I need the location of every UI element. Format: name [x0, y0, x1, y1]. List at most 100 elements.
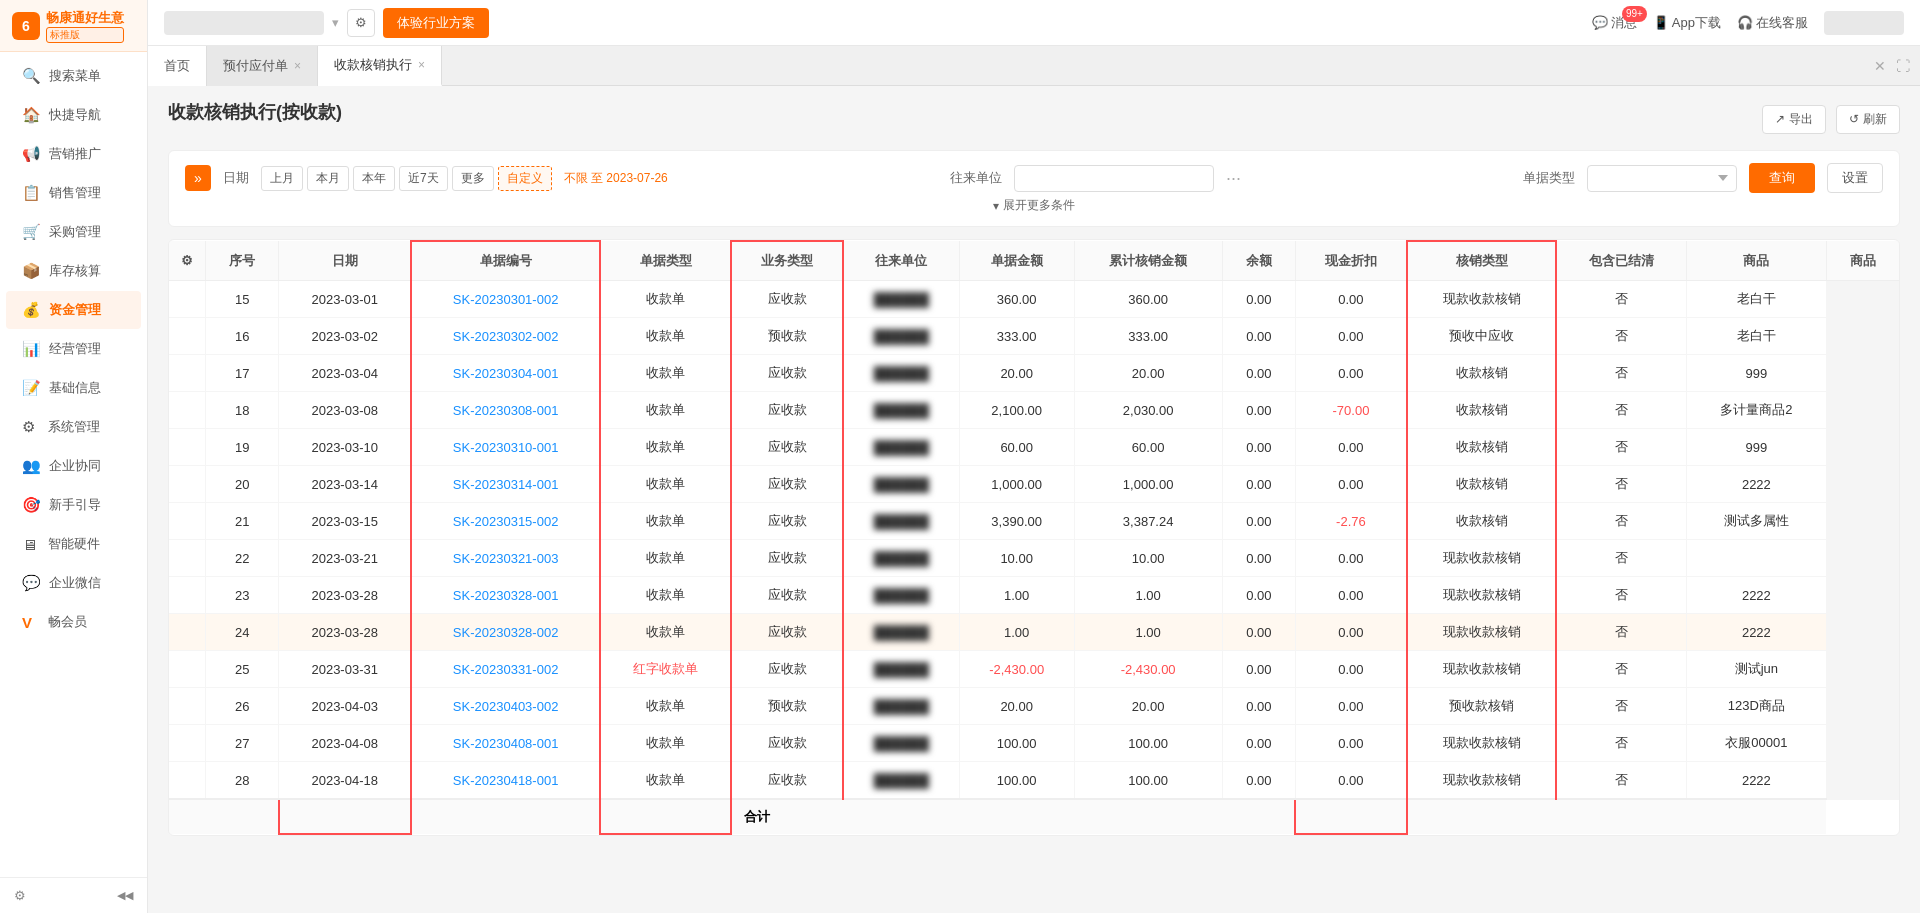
- topbar-right: 💬 消息 99+ 📱 App下载 🎧 在线客服: [1592, 11, 1904, 35]
- doc-no-link[interactable]: SK-20230302-002: [453, 329, 559, 344]
- table-row: 192023-03-10SK-20230310-001收款单应收款██████6…: [169, 429, 1899, 466]
- table-cell[interactable]: SK-20230304-001: [411, 355, 600, 392]
- doc-no-link[interactable]: SK-20230315-002: [453, 514, 559, 529]
- basic-icon: 📝: [22, 379, 41, 397]
- table-scroll[interactable]: ⚙ 序号 日期 单据编号 单据类型 业务类型 往来单位 单据金额 累计核销金额 …: [169, 240, 1899, 835]
- sidebar-label-member: 畅会员: [48, 613, 87, 631]
- setting-button[interactable]: 设置: [1827, 163, 1883, 193]
- tab-prepay-close[interactable]: ×: [294, 59, 301, 73]
- period-btn-custom[interactable]: 自定义: [498, 166, 552, 191]
- partner-input[interactable]: [1014, 165, 1214, 192]
- table-cell: ██████: [843, 355, 959, 392]
- doc-no-link[interactable]: SK-20230331-002: [453, 662, 559, 677]
- table-cell[interactable]: SK-20230331-002: [411, 651, 600, 688]
- sidebar-item-corp[interactable]: 👥 企业协同: [6, 447, 141, 485]
- sidebar-label-guide: 新手引导: [49, 496, 101, 514]
- export-button[interactable]: ↗ 导出: [1762, 105, 1826, 134]
- doc-no-link[interactable]: SK-20230308-001: [453, 403, 559, 418]
- period-btn-more[interactable]: 更多: [452, 166, 494, 191]
- tab-collection-close[interactable]: ×: [418, 58, 425, 72]
- table-cell[interactable]: SK-20230301-002: [411, 281, 600, 318]
- period-btn-this-year[interactable]: 本年: [353, 166, 395, 191]
- app-download-button[interactable]: 📱 App下载: [1653, 14, 1721, 32]
- tab-collection[interactable]: 收款核销执行 ×: [318, 46, 442, 86]
- tab-prepay[interactable]: 预付应付单 ×: [207, 46, 318, 86]
- sidebar-item-system[interactable]: ⚙ 系统管理: [6, 408, 141, 446]
- doc-no-link[interactable]: SK-20230310-001: [453, 440, 559, 455]
- doc-no-link[interactable]: SK-20230321-003: [453, 551, 559, 566]
- table-cell: ██████: [843, 392, 959, 429]
- dropdown-arrow-icon[interactable]: ▾: [332, 15, 339, 30]
- table-cell[interactable]: SK-20230310-001: [411, 429, 600, 466]
- doc-no-link[interactable]: SK-20230328-002: [453, 625, 559, 640]
- table-cell[interactable]: SK-20230321-003: [411, 540, 600, 577]
- table-cell[interactable]: SK-20230328-002: [411, 614, 600, 651]
- sidebar-label-sales: 销售管理: [49, 184, 101, 202]
- sidebar-item-marketing[interactable]: 📢 营销推广: [6, 135, 141, 173]
- doc-no-link[interactable]: SK-20230314-001: [453, 477, 559, 492]
- sidebar-item-finance[interactable]: 💰 资金管理: [6, 291, 141, 329]
- table-cell: 0.00: [1295, 466, 1406, 503]
- sidebar-item-hardware[interactable]: 🖥 智能硬件: [6, 525, 141, 563]
- sidebar-item-guide[interactable]: 🎯 新手引导: [6, 486, 141, 524]
- period-btn-last-month[interactable]: 上月: [261, 166, 303, 191]
- sidebar-item-purchase[interactable]: 🛒 采购管理: [6, 213, 141, 251]
- doc-no-link[interactable]: SK-20230304-001: [453, 366, 559, 381]
- doc-no-link[interactable]: SK-20230301-002: [453, 292, 559, 307]
- sidebar-item-wechat[interactable]: 💬 企业微信: [6, 564, 141, 602]
- period-btn-7days[interactable]: 近7天: [399, 166, 448, 191]
- expand-more-btn[interactable]: ▾ 展开更多条件: [185, 193, 1883, 214]
- gear-button[interactable]: ⚙: [347, 9, 375, 37]
- doc-no-link[interactable]: SK-20230408-001: [453, 736, 559, 751]
- message-button[interactable]: 💬 消息 99+: [1592, 14, 1637, 32]
- sidebar-item-operation[interactable]: 📊 经营管理: [6, 330, 141, 368]
- sidebar-item-basic[interactable]: 📝 基础信息: [6, 369, 141, 407]
- tab-home[interactable]: 首页: [148, 46, 207, 86]
- table-cell: ██████: [843, 429, 959, 466]
- table-cell[interactable]: SK-20230315-002: [411, 503, 600, 540]
- sidebar-item-sales[interactable]: 📋 销售管理: [6, 174, 141, 212]
- home-icon: 🏠: [22, 106, 41, 124]
- query-button[interactable]: 查询: [1749, 163, 1815, 193]
- partner-blurred: ██████: [874, 292, 929, 307]
- table-cell[interactable]: SK-20230328-001: [411, 577, 600, 614]
- table-cell: 老白干: [1686, 318, 1826, 355]
- more-filters-icon[interactable]: ···: [1226, 168, 1241, 189]
- doc-type-select[interactable]: [1587, 165, 1737, 192]
- user-avatar[interactable]: [1824, 11, 1904, 35]
- solution-button[interactable]: 体验行业方案: [383, 8, 489, 38]
- table-cell[interactable]: SK-20230408-001: [411, 725, 600, 762]
- member-icon: V: [22, 614, 40, 631]
- table-cell: 收款核销: [1407, 392, 1557, 429]
- table-row: 162023-03-02SK-20230302-002收款单预收款██████3…: [169, 318, 1899, 355]
- table-cell[interactable]: SK-20230403-002: [411, 688, 600, 725]
- sidebar-collapse-icon[interactable]: ◀◀: [117, 889, 133, 902]
- table-body: 152023-03-01SK-20230301-002收款单应收款██████3…: [169, 281, 1899, 800]
- expand-tab-icon[interactable]: ⛶: [1896, 58, 1910, 74]
- table-cell: [1826, 281, 1899, 318]
- table-settings-icon[interactable]: ⚙: [181, 253, 193, 268]
- table-cell[interactable]: SK-20230314-001: [411, 466, 600, 503]
- period-btn-this-month[interactable]: 本月: [307, 166, 349, 191]
- filter-expand-button[interactable]: »: [185, 165, 211, 191]
- table-cell: [1826, 355, 1899, 392]
- doc-no-link[interactable]: SK-20230418-001: [453, 773, 559, 788]
- table-cell: 现款收款核销: [1407, 725, 1557, 762]
- table-cell: 应收款: [731, 725, 843, 762]
- table-cell: 否: [1556, 318, 1686, 355]
- close-all-icon[interactable]: ✕: [1874, 58, 1886, 74]
- online-service-button[interactable]: 🎧 在线客服: [1737, 14, 1808, 32]
- doc-no-link[interactable]: SK-20230403-002: [453, 699, 559, 714]
- sidebar-item-member[interactable]: V 畅会员: [6, 603, 141, 641]
- table-cell[interactable]: SK-20230308-001: [411, 392, 600, 429]
- sales-icon: 📋: [22, 184, 41, 202]
- sidebar-item-inventory[interactable]: 📦 库存核算: [6, 252, 141, 290]
- sidebar-item-search[interactable]: 🔍 搜索菜单: [6, 57, 141, 95]
- sidebar-item-quick[interactable]: 🏠 快捷导航: [6, 96, 141, 134]
- table-cell[interactable]: SK-20230418-001: [411, 762, 600, 800]
- doc-no-link[interactable]: SK-20230328-001: [453, 588, 559, 603]
- col-settings[interactable]: ⚙: [169, 241, 206, 281]
- table-cell[interactable]: SK-20230302-002: [411, 318, 600, 355]
- refresh-button[interactable]: ↺ 刷新: [1836, 105, 1900, 134]
- sidebar-settings-icon[interactable]: ⚙: [14, 888, 26, 903]
